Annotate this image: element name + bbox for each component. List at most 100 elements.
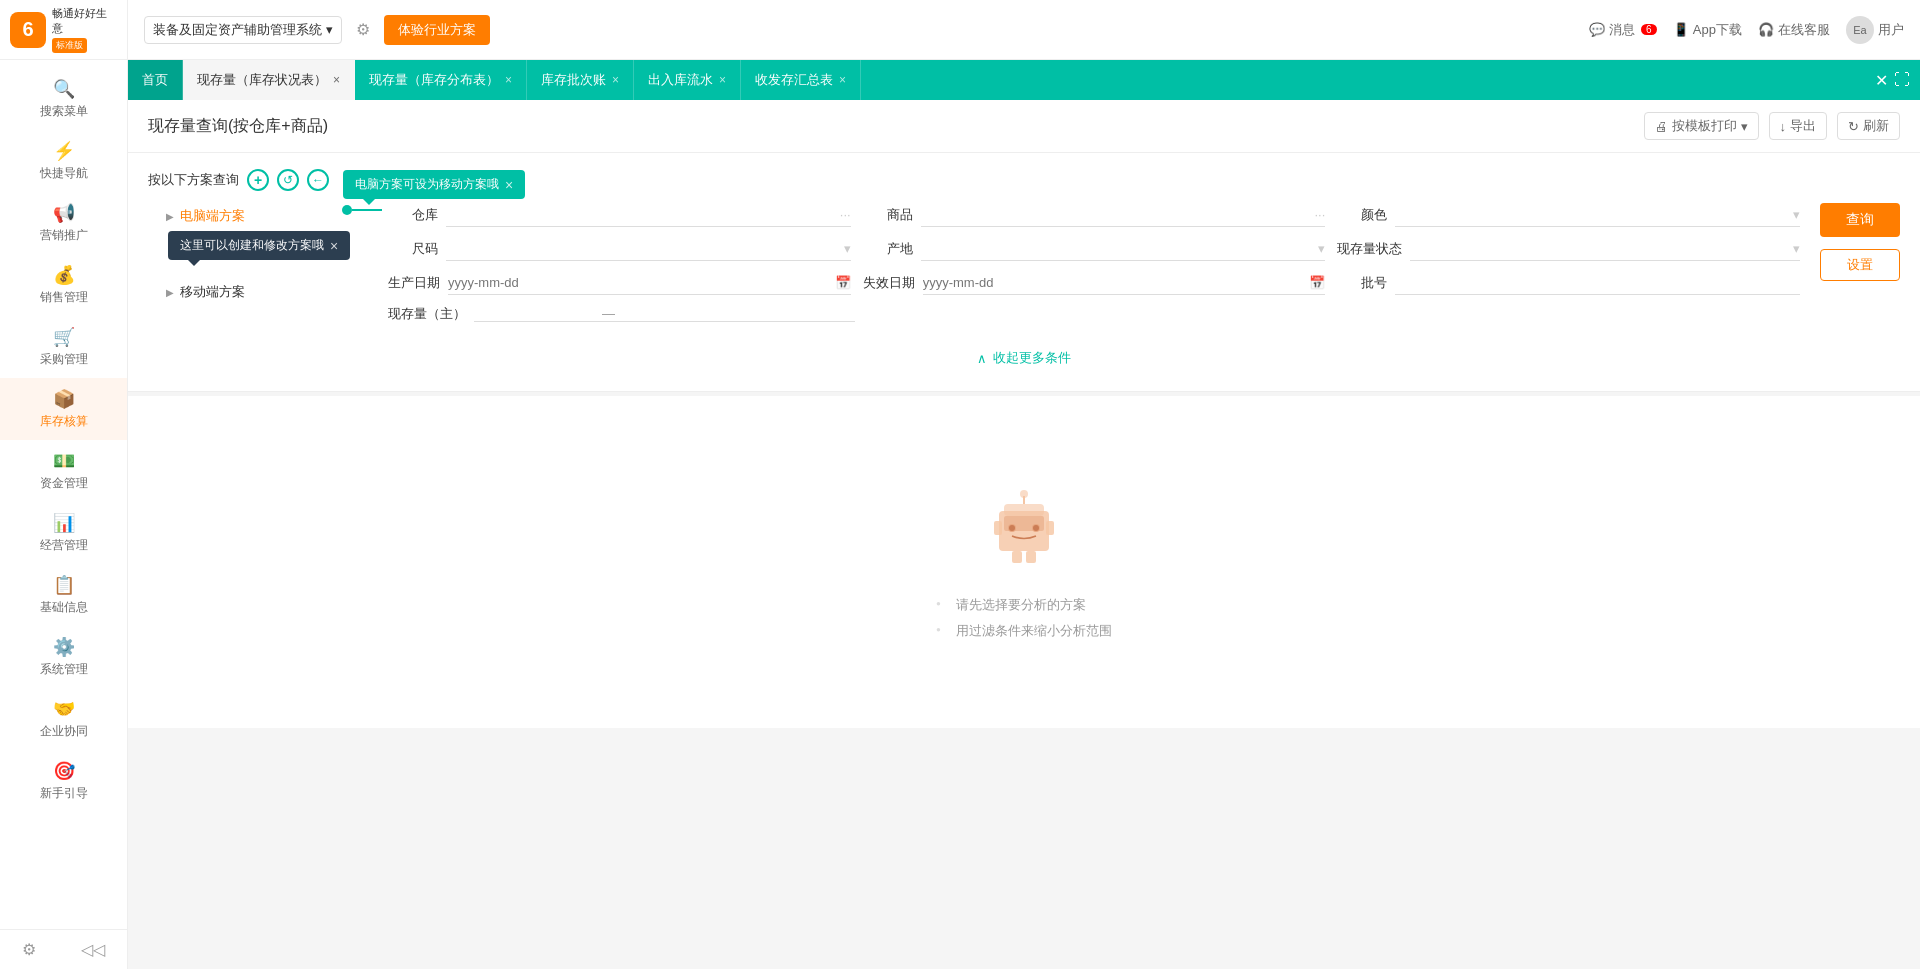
system-name-select[interactable]: 装备及固定资产辅助管理系统 ▾ — [144, 16, 342, 44]
size-label: 尺码 — [388, 240, 438, 258]
sidebar-item-label: 销售管理 — [40, 289, 88, 306]
stock-status-chevron: ▾ — [1793, 241, 1800, 256]
message-group[interactable]: 💬 消息 6 — [1589, 21, 1657, 39]
gear-button[interactable]: ⚙ — [352, 16, 374, 43]
prod-date-input[interactable]: 📅 — [448, 271, 851, 295]
scheme-mobile-arrow-icon: ▶ — [166, 287, 174, 298]
filter-label: 按以下方案查询 — [148, 171, 239, 189]
user-group[interactable]: Ea 用户 — [1846, 16, 1904, 44]
refresh-label: 刷新 — [1863, 117, 1889, 135]
fullscreen-btn[interactable]: ⛶ — [1894, 71, 1910, 89]
stock-qty-from[interactable] — [474, 306, 594, 321]
sidebar-item-marketing[interactable]: 📢 营销推广 — [0, 192, 127, 254]
filter-collapse-btn[interactable]: ∧ 收起更多条件 — [148, 341, 1900, 375]
expire-date-input[interactable]: 📅 — [923, 271, 1326, 295]
sidebar-item-inventory[interactable]: 📦 库存核算 — [0, 378, 127, 440]
svg-point-12 — [1033, 525, 1039, 531]
tab-collect-summary-close[interactable]: × — [839, 73, 846, 87]
stock-qty-separator: — — [594, 306, 623, 321]
sidebar-item-purchase[interactable]: 🛒 采购管理 — [0, 316, 127, 378]
sidebar-item-search[interactable]: 🔍 搜索菜单 — [0, 68, 127, 130]
batch-no-input[interactable] — [1395, 271, 1800, 295]
sidebar-item-system[interactable]: ⚙️ 系统管理 — [0, 626, 127, 688]
stock-status-label: 现存量状态 — [1337, 240, 1402, 258]
svg-rect-8 — [1004, 504, 1044, 516]
size-chevron: ▾ — [844, 241, 851, 256]
export-btn[interactable]: ↓ 导出 — [1769, 112, 1828, 140]
online-service-group[interactable]: 🎧 在线客服 — [1758, 21, 1830, 39]
sidebar-item-label: 经营管理 — [40, 537, 88, 554]
filter-row-1: 仓库 ··· 商品 ··· — [378, 203, 1800, 227]
settings-bottom-icon[interactable]: ⚙ — [22, 940, 36, 959]
filter-fields: 仓库 ··· 商品 ··· — [358, 203, 1800, 333]
tab-collect-summary[interactable]: 收发存汇总表 × — [741, 60, 861, 100]
prod-date-field[interactable] — [448, 275, 835, 290]
filter-size: 尺码 ▾ — [388, 237, 851, 261]
expire-date-field[interactable] — [923, 275, 1310, 290]
scheme-container: ▶ 电脑端方案 这里可以创建和修改方案哦 × — [148, 203, 1900, 333]
stock-status-select[interactable]: ▾ — [1410, 237, 1800, 261]
filter-area: 按以下方案查询 + ↺ ← 电脑方案可设为移动方案哦 × — [128, 153, 1920, 392]
refresh-btn[interactable]: ↻ 刷新 — [1837, 112, 1900, 140]
system-name: 装备及固定资产辅助管理系统 — [153, 21, 322, 39]
origin-select[interactable]: ▾ — [921, 237, 1326, 261]
goods-dots[interactable]: ··· — [1315, 207, 1326, 222]
collapse-sidebar-btn[interactable]: ◁◁ — [81, 940, 105, 959]
tab-home[interactable]: 首页 — [128, 60, 183, 100]
color-select[interactable]: ▾ — [1395, 203, 1800, 227]
sidebar-item-basic[interactable]: 📋 基础信息 — [0, 564, 127, 626]
goods-label: 商品 — [863, 206, 913, 224]
print-btn[interactable]: 🖨 按模板打印 ▾ — [1644, 112, 1759, 140]
stock-qty-to[interactable] — [623, 306, 855, 321]
filter-header: 按以下方案查询 + ↺ ← 电脑方案可设为移动方案哦 × — [148, 169, 1900, 191]
close-all-tabs-btn[interactable]: ✕ — [1875, 71, 1888, 90]
tab-inventory-dist[interactable]: 现存量（库存分布表） × — [355, 60, 527, 100]
filter-refresh-btn[interactable]: ↺ — [277, 169, 299, 191]
warehouse-dots[interactable]: ··· — [840, 207, 851, 222]
tab-inventory-status-close[interactable]: × — [333, 73, 340, 87]
warehouse-select[interactable]: ··· — [446, 203, 851, 227]
tooltip2-text: 这里可以创建和修改方案哦 — [180, 237, 324, 254]
prod-date-calendar-icon[interactable]: 📅 — [835, 275, 851, 290]
sidebar-item-sales[interactable]: 💰 销售管理 — [0, 254, 127, 316]
tab-inout-flow-close[interactable]: × — [719, 73, 726, 87]
scheme-active-dot — [342, 205, 352, 215]
tooltip2-close[interactable]: × — [330, 238, 338, 254]
sidebar-item-finance[interactable]: 💵 资金管理 — [0, 440, 127, 502]
batch-no-label: 批号 — [1337, 274, 1387, 292]
sidebar-item-quick[interactable]: ⚡ 快捷导航 — [0, 130, 127, 192]
sidebar-bottom: ⚙ ◁◁ — [0, 929, 127, 969]
scheme-item-pc[interactable]: ▶ 电脑端方案 — [158, 203, 358, 229]
trial-button[interactable]: 体验行业方案 — [384, 15, 490, 45]
empty-tips: 请先选择要分析的方案 用过滤条件来缩小分析范围 — [936, 596, 1112, 648]
svg-point-10 — [1020, 490, 1028, 498]
tab-inventory-batch[interactable]: 库存批次账 × — [527, 60, 634, 100]
tab-inventory-batch-close[interactable]: × — [612, 73, 619, 87]
main-content: 现存量查询(按仓库+商品) 🖨 按模板打印 ▾ ↓ 导出 ↻ 刷新 — [128, 100, 1920, 969]
svg-point-11 — [1009, 525, 1015, 531]
query-btn[interactable]: 查询 — [1820, 203, 1900, 237]
sidebar-nav: 🔍 搜索菜单 ⚡ 快捷导航 📢 营销推广 💰 销售管理 🛒 采购管理 📦 库存核… — [0, 60, 127, 929]
message-icon: 💬 — [1589, 22, 1605, 37]
svg-rect-7 — [1026, 551, 1036, 563]
tab-inout-flow[interactable]: 出入库流水 × — [634, 60, 741, 100]
scheme-item-mobile[interactable]: ▶ 移动端方案 — [158, 279, 358, 305]
sidebar-item-newbie[interactable]: 🎯 新手引导 — [0, 750, 127, 812]
tab-inventory-status[interactable]: 现存量（库存状况表） × — [183, 60, 355, 100]
expire-date-calendar-icon[interactable]: 📅 — [1309, 275, 1325, 290]
sidebar-item-operation[interactable]: 📊 经营管理 — [0, 502, 127, 564]
chevron-down-icon: ▾ — [1741, 119, 1748, 134]
tab-inventory-dist-close[interactable]: × — [505, 73, 512, 87]
tooltip1-close[interactable]: × — [505, 177, 513, 193]
settings-btn[interactable]: 设置 — [1820, 249, 1900, 281]
tabs-end: ✕ ⛶ — [1865, 60, 1920, 100]
size-select[interactable]: ▾ — [446, 237, 851, 261]
filter-back-btn[interactable]: ← — [307, 169, 329, 191]
filter-expire-date: 失效日期 📅 — [863, 271, 1326, 295]
goods-select[interactable]: ··· — [921, 203, 1326, 227]
sidebar-item-enterprise[interactable]: 🤝 企业协同 — [0, 688, 127, 750]
app-download-group[interactable]: 📱 App下载 — [1673, 21, 1742, 39]
tooltip-create-scheme: 这里可以创建和修改方案哦 × — [168, 231, 350, 260]
filter-row-2: 尺码 ▾ 产地 ▾ — [378, 237, 1800, 261]
filter-add-btn[interactable]: + — [247, 169, 269, 191]
